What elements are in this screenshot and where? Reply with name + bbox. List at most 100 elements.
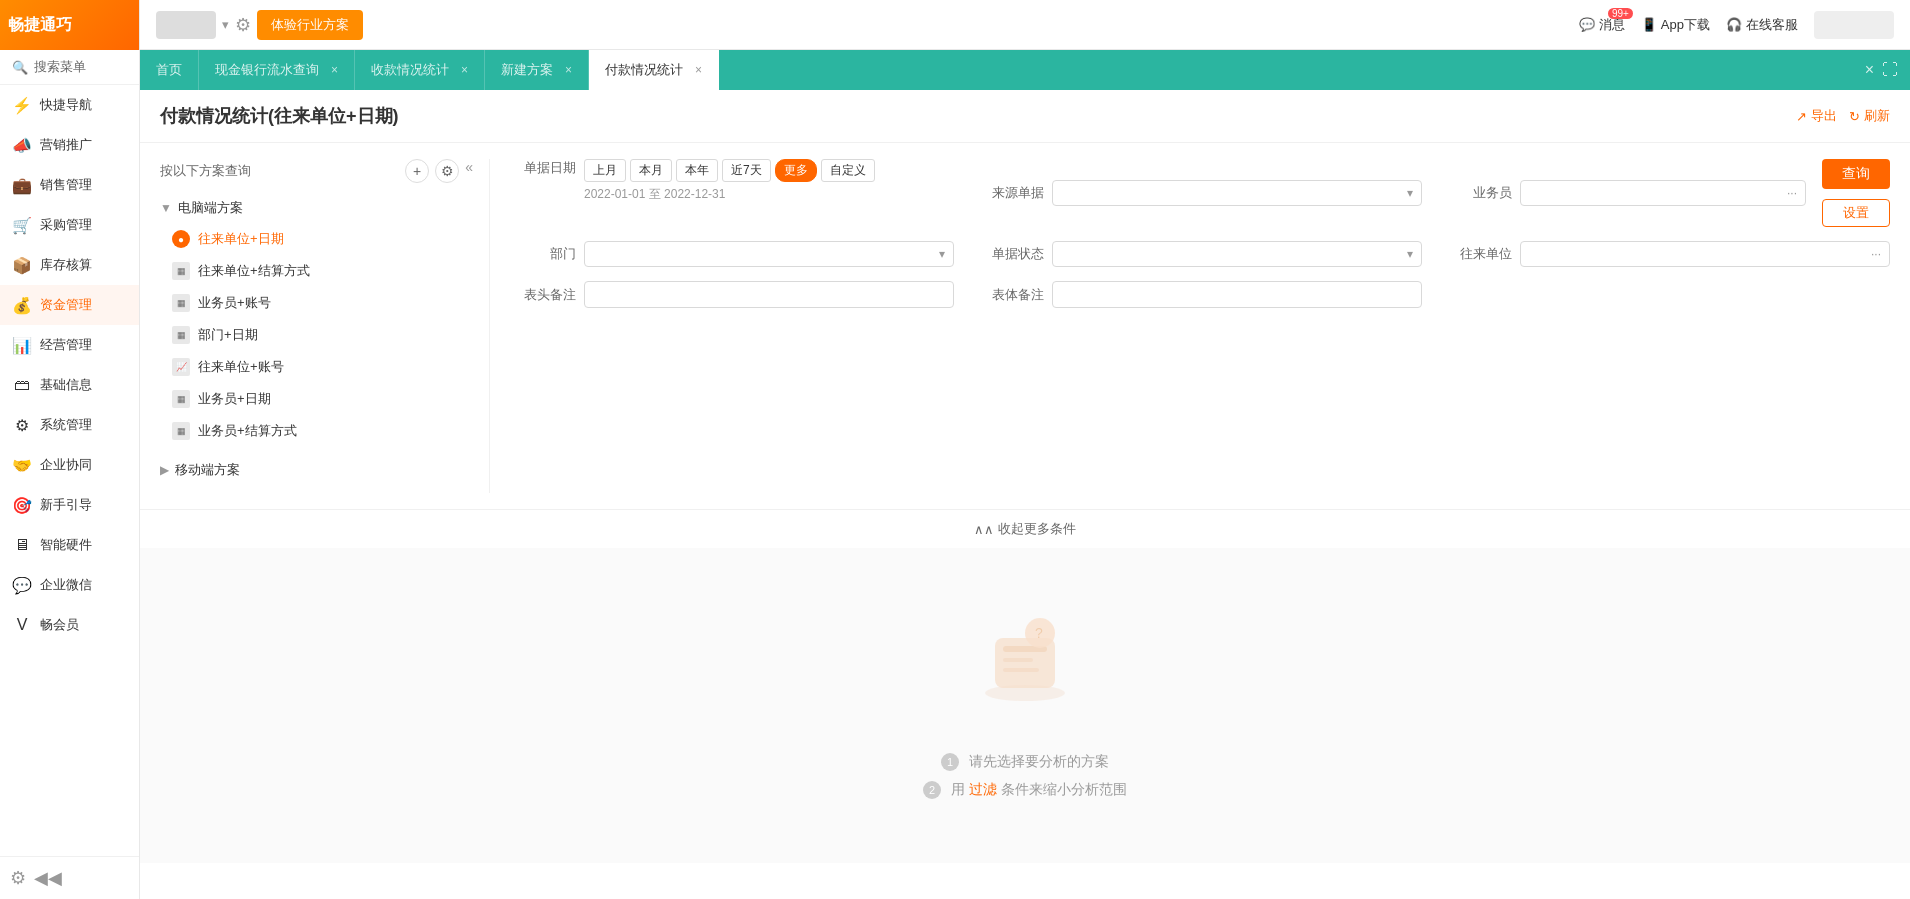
chevron-up-icon: ∧∧ xyxy=(974,522,994,537)
sidebar-item-marketing[interactable]: 📣 营销推广 xyxy=(0,125,139,165)
date-range-display: 2022-01-01 至 2022-12-31 xyxy=(584,186,954,203)
message-badge: 99+ xyxy=(1608,8,1633,19)
date-label: 单据日期 xyxy=(506,159,576,177)
sidebar-item-inventory[interactable]: 📦 库存核算 xyxy=(0,245,139,285)
tab-payment-stats-close[interactable]: × xyxy=(695,63,702,77)
scheme-item-partner-date[interactable]: ● 往来单位+日期 xyxy=(160,223,473,255)
sidebar-item-hardware[interactable]: 🖥 智能硬件 xyxy=(0,525,139,565)
header-notes-item: 表头备注 xyxy=(506,281,954,308)
tab-receipt-stats-close[interactable]: × xyxy=(461,63,468,77)
tab-close-all-btn[interactable]: × xyxy=(1865,61,1874,79)
online-service-label: 在线客服 xyxy=(1746,16,1798,34)
source-filter-item: 来源单据 ▾ xyxy=(974,159,1422,227)
scheme-item-salesman-date[interactable]: ▦ 业务员+日期 xyxy=(160,383,473,415)
sidebar-item-sales[interactable]: 💼 销售管理 xyxy=(0,165,139,205)
headset-icon: 🎧 xyxy=(1726,17,1742,32)
date-7days-btn[interactable]: 近7天 xyxy=(722,159,771,182)
query-btn[interactable]: 查询 xyxy=(1822,159,1890,189)
sidebar-search[interactable]: 🔍 搜索菜单 xyxy=(0,50,139,85)
tab-expand-btn[interactable]: ⛶ xyxy=(1882,61,1898,79)
tab-home-label: 首页 xyxy=(156,61,182,79)
scheme-item-partner-settle[interactable]: ▦ 往来单位+结算方式 xyxy=(160,255,473,287)
scheme-item-salesman-account[interactable]: ▦ 业务员+账号 xyxy=(160,287,473,319)
export-label: 导出 xyxy=(1811,107,1837,125)
sidebar-item-label: 销售管理 xyxy=(40,176,92,194)
source-label: 来源单据 xyxy=(974,184,1044,202)
sidebar-item-member[interactable]: V 畅会员 xyxy=(0,605,139,645)
business-icon: 📊 xyxy=(12,335,32,355)
messages-btn[interactable]: 💬 消息 99+ xyxy=(1579,16,1625,34)
sidebar-item-purchase[interactable]: 🛒 采购管理 xyxy=(0,205,139,245)
collapse-more-btn[interactable]: ∧∧ 收起更多条件 xyxy=(974,520,1076,538)
sidebar-item-guide[interactable]: 🎯 新手引导 xyxy=(0,485,139,525)
export-btn[interactable]: ↗ 导出 xyxy=(1796,107,1837,125)
trial-btn[interactable]: 体验行业方案 xyxy=(257,10,363,40)
sidebar-item-label: 基础信息 xyxy=(40,376,92,394)
wechat-icon: 💬 xyxy=(12,575,32,595)
scheme-item-partner-account[interactable]: 📈 往来单位+账号 xyxy=(160,351,473,383)
topbar-settings-icon[interactable]: ⚙ xyxy=(235,14,251,36)
sidebar-item-label: 快捷导航 xyxy=(40,96,92,114)
sidebar-item-quick-nav[interactable]: ⚡ 快捷导航 xyxy=(0,85,139,125)
collapse-sidebar-btn[interactable]: ◀◀ xyxy=(34,867,62,889)
salesman-select[interactable]: ··· xyxy=(1520,180,1806,206)
topbar: ▾ ⚙ 体验行业方案 💬 消息 99+ 📱 App下载 🎧 在线客服 xyxy=(140,0,1910,50)
dept-select[interactable]: ▾ xyxy=(584,241,954,267)
header-notes-label: 表头备注 xyxy=(506,286,576,304)
date-this-month-btn[interactable]: 本月 xyxy=(630,159,672,182)
partner-select[interactable]: ··· xyxy=(1520,241,1890,267)
member-icon: V xyxy=(12,615,32,635)
sidebar-item-system[interactable]: ⚙ 系统管理 xyxy=(0,405,139,445)
sidebar-item-wechat[interactable]: 💬 企业微信 xyxy=(0,565,139,605)
user-dropdown-arrow[interactable]: ▾ xyxy=(222,17,229,32)
sidebar-item-label: 资金管理 xyxy=(40,296,92,314)
desktop-group-toggle[interactable]: ▼ 电脑端方案 xyxy=(160,193,473,223)
tip2-num: 2 xyxy=(923,781,941,799)
settings-btn[interactable]: 设置 xyxy=(1822,199,1890,227)
page-body: 付款情况统计(往来单位+日期) ↗ 导出 ↻ 刷新 按 xyxy=(140,90,1910,899)
config-scheme-btn[interactable]: ⚙ xyxy=(435,159,459,183)
mobile-group-label: 移动端方案 xyxy=(175,461,240,479)
date-last-month-btn[interactable]: 上月 xyxy=(584,159,626,182)
desktop-group-label: 电脑端方案 xyxy=(178,199,243,217)
sidebar-item-enterprise[interactable]: 🤝 企业协同 xyxy=(0,445,139,485)
tab-home[interactable]: 首页 xyxy=(140,50,199,90)
scheme-item-dept-date[interactable]: ▦ 部门+日期 xyxy=(160,319,473,351)
app-download-btn[interactable]: 📱 App下载 xyxy=(1641,16,1710,34)
status-filter-item: 单据状态 ▾ xyxy=(974,241,1422,267)
online-service-btn[interactable]: 🎧 在线客服 xyxy=(1726,16,1798,34)
partner-filter-item: 往来单位 ··· xyxy=(1442,241,1890,267)
source-select[interactable]: ▾ xyxy=(1052,180,1422,206)
header-notes-input[interactable] xyxy=(584,281,954,308)
mobile-group-toggle[interactable]: ▶ 移动端方案 xyxy=(160,455,473,485)
mobile-scheme-group: ▶ 移动端方案 xyxy=(160,455,473,485)
purchase-icon: 🛒 xyxy=(12,215,32,235)
tab-bank-flow-close[interactable]: × xyxy=(331,63,338,77)
scheme-item-label: 业务员+账号 xyxy=(198,294,271,312)
tab-payment-stats[interactable]: 付款情况统计 × xyxy=(589,50,719,90)
date-this-year-btn[interactable]: 本年 xyxy=(676,159,718,182)
tab-receipt-stats[interactable]: 收款情况统计 × xyxy=(355,50,485,90)
topbar-userinfo xyxy=(1814,11,1894,39)
refresh-btn[interactable]: ↻ 刷新 xyxy=(1849,107,1890,125)
salesman-filter-item: 业务员 ··· 查询 设置 xyxy=(1442,159,1890,227)
scheme-collapse-btn[interactable]: « xyxy=(465,159,473,183)
sidebar-item-basic[interactable]: 🗃 基础信息 xyxy=(0,365,139,405)
sidebar-item-capital[interactable]: 💰 资金管理 xyxy=(0,285,139,325)
body-notes-input[interactable] xyxy=(1052,281,1422,308)
scheme-item-salesman-settle[interactable]: ▦ 业务员+结算方式 xyxy=(160,415,473,447)
tab-new-scheme[interactable]: 新建方案 × xyxy=(485,50,589,90)
date-custom-btn[interactable]: 自定义 xyxy=(821,159,875,182)
tab-bank-flow[interactable]: 现金银行流水查询 × xyxy=(199,50,355,90)
date-more-btn[interactable]: 更多 xyxy=(775,159,817,182)
tab-new-scheme-close[interactable]: × xyxy=(565,63,572,77)
date-filter-field: 上月 本月 本年 近7天 更多 自定义 2022-01-01 至 2022-12… xyxy=(584,159,954,203)
add-scheme-btn[interactable]: + xyxy=(405,159,429,183)
scheme-circle-icon: ● xyxy=(172,230,190,248)
status-select[interactable]: ▾ xyxy=(1052,241,1422,267)
scheme-item-label: 往来单位+结算方式 xyxy=(198,262,310,280)
status-arrow-icon: ▾ xyxy=(1407,247,1413,261)
settings-footer-btn[interactable]: ⚙ xyxy=(10,867,26,889)
sidebar-item-business[interactable]: 📊 经营管理 xyxy=(0,325,139,365)
scheme-item-label: 业务员+日期 xyxy=(198,390,271,408)
